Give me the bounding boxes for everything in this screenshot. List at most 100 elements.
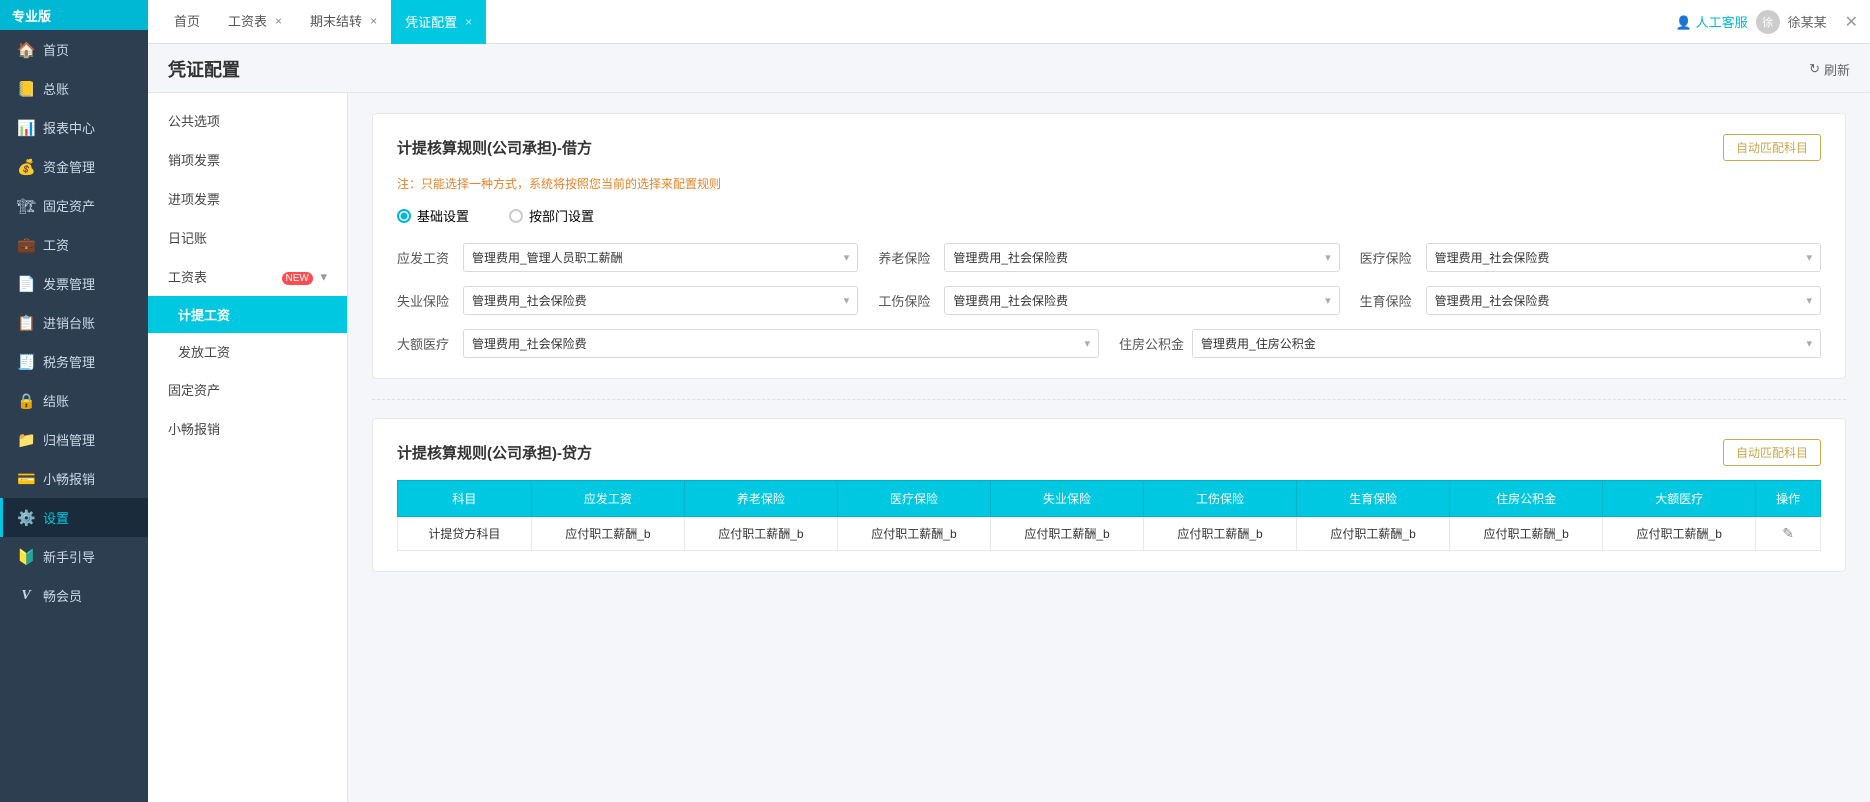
left-menu-salary-table[interactable]: 工资表 NEW ▾ [148, 257, 347, 296]
sidebar-item-reports[interactable]: 📊 报表中心 [0, 108, 148, 147]
arrow-icon: ▾ [320, 269, 327, 284]
refresh-button[interactable]: ↻ 刷新 [1809, 60, 1850, 79]
field-gongshang: 工伤保险 管理费用_社会保险费 ▾ [878, 286, 1339, 315]
select-daeliao[interactable]: 管理费用_社会保险费 ▾ [463, 329, 1099, 358]
select-gongshang-value: 管理费用_社会保险费 [953, 292, 1321, 309]
col-daeliao: 大额医疗 [1603, 481, 1756, 517]
cell-gongjijin: 应付职工薪酬_b [1450, 517, 1603, 551]
tab-voucher-label: 凭证配置 [405, 12, 457, 31]
credit-auto-match-button[interactable]: 自动匹配科目 [1723, 439, 1821, 466]
debit-auto-match-button[interactable]: 自动匹配科目 [1723, 134, 1821, 161]
field-yiliao: 医疗保险 管理费用_社会保险费 ▾ [1360, 243, 1821, 272]
sidebar-item-home[interactable]: 🏠 首页 [0, 30, 148, 69]
debit-section-title: 计提核算规则(公司承担)-借方 [397, 137, 592, 158]
sidebar-item-archive[interactable]: 📁 归档管理 [0, 420, 148, 459]
select-shiye[interactable]: 管理费用_社会保险费 ▾ [463, 286, 858, 315]
left-menu-fixed-assets[interactable]: 固定资产 [148, 370, 347, 409]
user-service-label[interactable]: 👤 人工客服 [1676, 12, 1748, 31]
select-yiliao[interactable]: 管理费用_社会保险费 ▾ [1426, 243, 1821, 272]
tab-salary-table[interactable]: 工资表 × [214, 0, 296, 44]
closing-icon: 🔒 [17, 392, 35, 410]
credit-section: 计提核算规则(公司承担)-贷方 自动匹配科目 科目 应发工资 养老保险 医疗保险… [372, 418, 1846, 572]
radio-group: 基础设置 按部门设置 [397, 206, 1821, 225]
sidebar-item-label: 畅会员 [43, 586, 82, 605]
archive-icon: 📁 [17, 431, 35, 449]
col-yiliao: 医疗保险 [837, 481, 990, 517]
cell-yanglao: 应付职工薪酬_b [684, 517, 837, 551]
field-gongjijin: 住房公积金 管理费用_住房公积金 ▾ [1119, 329, 1821, 358]
credit-section-title: 计提核算规则(公司承担)-贷方 [397, 442, 592, 463]
left-menu-public-options[interactable]: 公共选项 [148, 101, 347, 140]
assets-icon: 🏗 [17, 197, 35, 215]
sidebar-item-tax[interactable]: 🧾 税务管理 [0, 342, 148, 381]
select-yingfa-value: 管理费用_管理人员职工薪酬 [472, 249, 840, 266]
funds-icon: 💰 [17, 158, 35, 176]
select-yingfa[interactable]: 管理费用_管理人员职工薪酬 ▾ [463, 243, 858, 272]
tab-voucher-config[interactable]: 凭证配置 × [391, 0, 486, 44]
tab-voucher-close[interactable]: × [465, 15, 472, 29]
chevron-down-icon: ▾ [1806, 251, 1812, 264]
ledger-icon: 📒 [17, 80, 35, 98]
radio-basic[interactable]: 基础设置 [397, 206, 469, 225]
sidebar-item-assets[interactable]: 🏗 固定资产 [0, 186, 148, 225]
sidebar-item-member[interactable]: V 畅会员 [0, 576, 148, 615]
select-yanglao-value: 管理费用_社会保险费 [953, 249, 1321, 266]
sidebar-item-funds[interactable]: 💰 资金管理 [0, 147, 148, 186]
member-icon: V [17, 588, 35, 604]
new-badge: NEW [282, 272, 313, 285]
field-shiye: 失业保险 管理费用_社会保险费 ▾ [397, 286, 858, 315]
radio-dept-label: 按部门设置 [529, 206, 594, 225]
left-menu-journal[interactable]: 日记账 [148, 218, 347, 257]
sidebar-item-invoice-mgmt[interactable]: 📄 发票管理 [0, 264, 148, 303]
sidebar-item-label: 发票管理 [43, 274, 95, 293]
cell-yiliao: 应付职工薪酬_b [837, 517, 990, 551]
tab-period-close-btn[interactable]: × [370, 14, 377, 28]
sidebar-item-closing[interactable]: 🔒 结账 [0, 381, 148, 420]
tab-home[interactable]: 首页 [160, 0, 214, 44]
sidebar-item-label: 资金管理 [43, 157, 95, 176]
col-gongjijin: 住房公积金 [1450, 481, 1603, 517]
select-shengyu[interactable]: 管理费用_社会保险费 ▾ [1426, 286, 1821, 315]
left-menu-calc-salary[interactable]: 计提工资 [148, 296, 347, 333]
cell-shiye: 应付职工薪酬_b [990, 517, 1143, 551]
settings-icon: ⚙️ [17, 509, 35, 527]
tab-salary-close[interactable]: × [275, 14, 282, 28]
sidebar-item-label: 新手引导 [43, 547, 95, 566]
close-window-icon[interactable]: ✕ [1845, 12, 1858, 32]
refresh-icon: ↻ [1809, 61, 1820, 77]
section-divider [372, 399, 1846, 400]
cell-yingfa: 应付职工薪酬_b [531, 517, 684, 551]
sidebar-item-inout[interactable]: 📋 进销台账 [0, 303, 148, 342]
credit-section-header: 计提核算规则(公司承担)-贷方 自动匹配科目 [397, 439, 1821, 466]
inout-icon: 📋 [17, 314, 35, 332]
table-row: 计提贷方科目 应付职工薪酬_b 应付职工薪酬_b 应付职工薪酬_b 应付职工薪酬… [398, 517, 1821, 551]
sidebar-item-settings[interactable]: ⚙️ 设置 [0, 498, 148, 537]
select-gongshang[interactable]: 管理费用_社会保险费 ▾ [944, 286, 1339, 315]
home-icon: 🏠 [17, 41, 35, 59]
refresh-label: 刷新 [1824, 60, 1850, 79]
left-menu-sale-invoice[interactable]: 销项发票 [148, 140, 347, 179]
sidebar-item-ledger[interactable]: 📒 总账 [0, 69, 148, 108]
radio-dept[interactable]: 按部门设置 [509, 206, 594, 225]
left-menu-pay-salary[interactable]: 发放工资 [148, 333, 347, 370]
cell-action[interactable]: ✎ [1756, 517, 1821, 551]
edit-icon[interactable]: ✎ [1782, 525, 1794, 541]
sidebar-item-label: 小畅报销 [43, 469, 95, 488]
chevron-down-icon: ▾ [844, 251, 850, 264]
sidebar-item-xiaochang[interactable]: 💳 小畅报销 [0, 459, 148, 498]
invoice-icon: 📄 [17, 275, 35, 293]
app-title: 专业版 [0, 0, 148, 30]
left-menu-purchase-invoice[interactable]: 进项发票 [148, 179, 347, 218]
sidebar-item-salary[interactable]: 💼 工资 [0, 225, 148, 264]
sidebar-item-label: 设置 [43, 508, 69, 527]
label-yiliao: 医疗保险 [1360, 248, 1418, 267]
sidebar-item-guide[interactable]: 🔰 新手引导 [0, 537, 148, 576]
reports-icon: 📊 [17, 119, 35, 137]
select-gongjijin-value: 管理费用_住房公积金 [1201, 335, 1802, 352]
tab-period-close[interactable]: 期末结转 × [296, 0, 391, 44]
left-menu-xiaochang[interactable]: 小畅报销 [148, 409, 347, 448]
col-shiye: 失业保险 [990, 481, 1143, 517]
select-gongjijin[interactable]: 管理费用_住房公积金 ▾ [1192, 329, 1821, 358]
debit-section: 计提核算规则(公司承担)-借方 自动匹配科目 注：只能选择一种方式，系统将按照您… [372, 113, 1846, 379]
select-yanglao[interactable]: 管理费用_社会保险费 ▾ [944, 243, 1339, 272]
